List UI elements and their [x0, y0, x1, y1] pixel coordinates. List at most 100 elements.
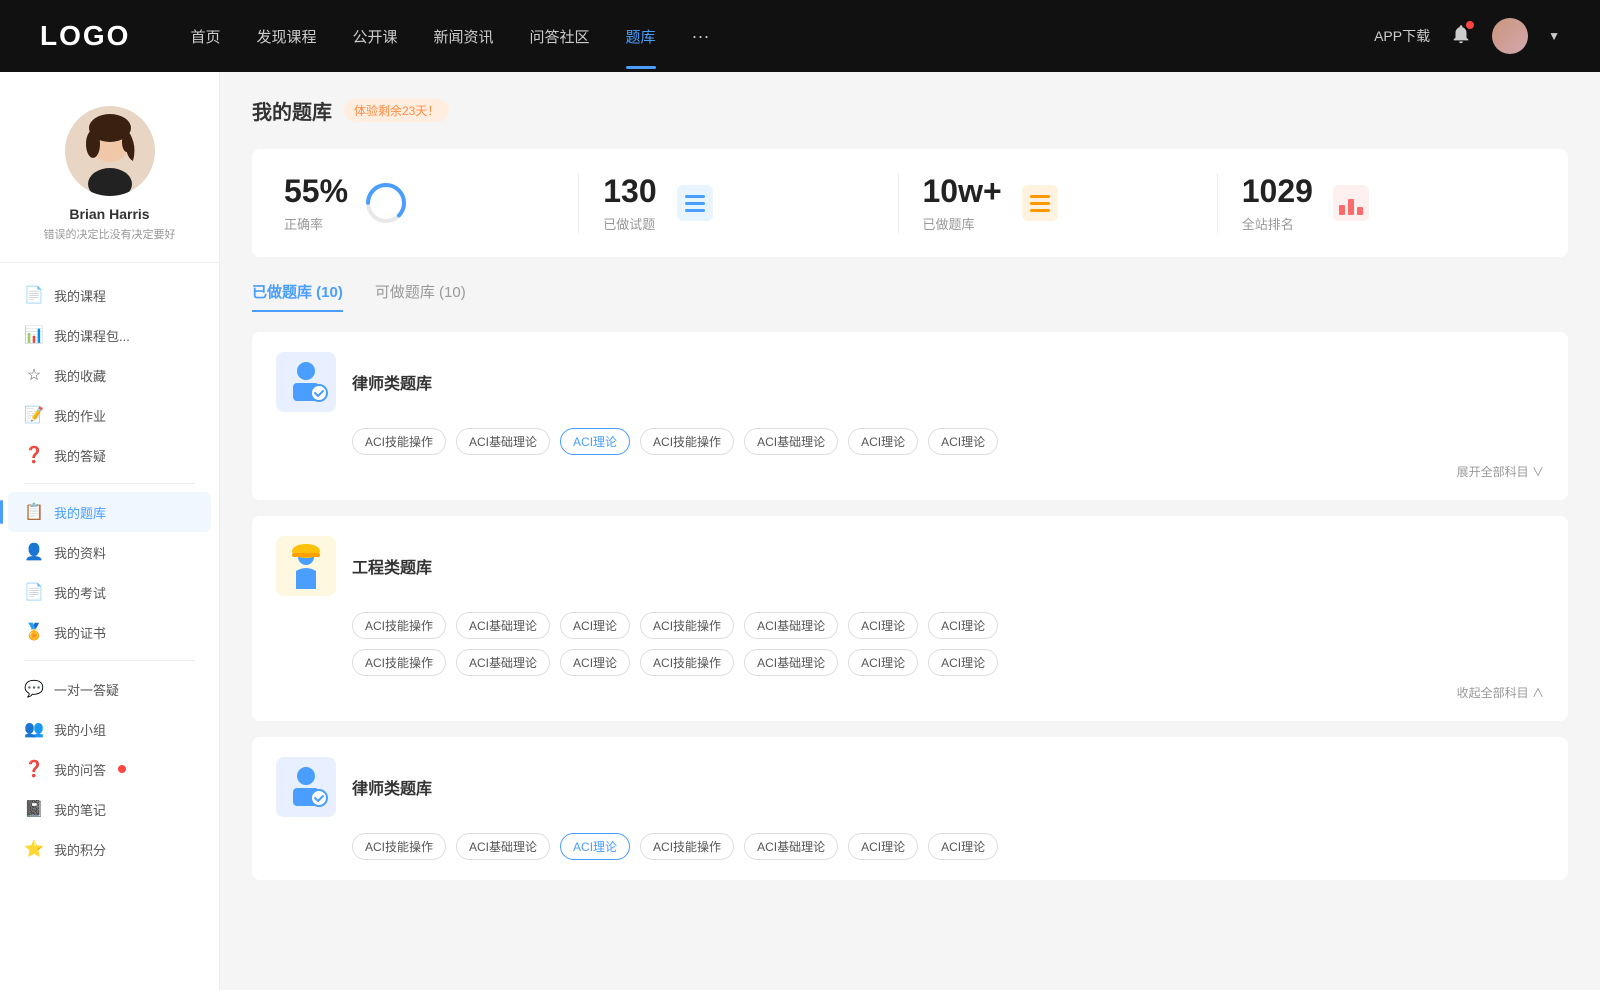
tag-l1-1[interactable]: ACI技能操作: [352, 428, 446, 455]
tag-l1-3[interactable]: ACI理论: [560, 428, 630, 455]
sidebar-item-points[interactable]: ⭐ 我的积分: [8, 829, 211, 869]
stat-questions: 130 已做试题: [579, 173, 898, 233]
stat-accuracy: 55% 正确率: [284, 173, 579, 233]
app-download-link[interactable]: APP下载: [1374, 26, 1430, 46]
tag-e-8[interactable]: ACI技能操作: [352, 649, 446, 676]
tag-e-14[interactable]: ACI理论: [928, 649, 998, 676]
nav-link-discover[interactable]: 发现课程: [256, 26, 316, 47]
tag-l1-4[interactable]: ACI技能操作: [640, 428, 734, 455]
stat-rank-value: 1029: [1242, 173, 1313, 210]
lawyer-svg-2: [281, 762, 331, 812]
tag-l2-6[interactable]: ACI理论: [848, 833, 918, 860]
user-menu-chevron[interactable]: ▼: [1548, 29, 1560, 43]
sidebar-item-exam[interactable]: 📄 我的考试: [8, 572, 211, 612]
sidebar-item-group[interactable]: 👥 我的小组: [8, 709, 211, 749]
engineer-svg: [281, 541, 331, 591]
tag-l2-3[interactable]: ACI理论: [560, 833, 630, 860]
qbank-header-engineer: 工程类题库: [276, 536, 1544, 596]
tag-l1-7[interactable]: ACI理论: [928, 428, 998, 455]
tag-e-5[interactable]: ACI基础理论: [744, 612, 838, 639]
sidebar-item-qbank[interactable]: 📋 我的题库: [8, 492, 211, 532]
tabs: 已做题库 (10) 可做题库 (10): [252, 281, 1568, 312]
tag-e-6[interactable]: ACI理论: [848, 612, 918, 639]
qbank-icon-lawyer-2: [276, 757, 336, 817]
qbank-header-lawyer-1: 律师类题库: [276, 352, 1544, 412]
tag-l2-5[interactable]: ACI基础理论: [744, 833, 838, 860]
expand-button-lawyer-1[interactable]: 展开全部科目 ∨: [1457, 463, 1544, 480]
tag-e-10[interactable]: ACI理论: [560, 649, 630, 676]
sidebar-item-my-courses[interactable]: 📄 我的课程: [8, 275, 211, 315]
notification-dot: [1466, 21, 1474, 29]
sidebar-item-profile[interactable]: 👤 我的资料: [8, 532, 211, 572]
nav-link-news[interactable]: 新闻资讯: [434, 26, 494, 47]
profile-motto: 错误的决定比没有决定要好: [44, 226, 176, 242]
tag-e-1[interactable]: ACI技能操作: [352, 612, 446, 639]
tag-e-4[interactable]: ACI技能操作: [640, 612, 734, 639]
tab-available-banks[interactable]: 可做题库 (10): [375, 281, 466, 312]
tag-e-3[interactable]: ACI理论: [560, 612, 630, 639]
sidebar-label-qbank: 我的题库: [54, 503, 106, 522]
sidebar-item-my-qa[interactable]: ❓ 我的问答: [8, 749, 211, 789]
nav-link-open[interactable]: 公开课: [352, 26, 397, 47]
nav-link-home[interactable]: 首页: [190, 26, 220, 47]
sidebar-item-one-on-one[interactable]: 💬 一对一答疑: [8, 669, 211, 709]
qbank-card-engineer: 工程类题库 ACI技能操作 ACI基础理论 ACI理论 ACI技能操作 ACI基…: [252, 516, 1568, 721]
tag-l2-1[interactable]: ACI技能操作: [352, 833, 446, 860]
sidebar-item-notes[interactable]: 📓 我的笔记: [8, 789, 211, 829]
nav-link-qa[interactable]: 问答社区: [530, 26, 590, 47]
stat-rank-label: 全站排名: [1242, 214, 1313, 233]
tag-l2-4[interactable]: ACI技能操作: [640, 833, 734, 860]
tag-l1-2[interactable]: ACI基础理论: [456, 428, 550, 455]
profile-section: Brian Harris 错误的决定比没有决定要好: [0, 96, 219, 263]
tag-l1-5[interactable]: ACI基础理论: [744, 428, 838, 455]
tag-l1-6[interactable]: ACI理论: [848, 428, 918, 455]
sidebar-label-group: 我的小组: [54, 720, 106, 739]
stat-banks-value: 10w+: [923, 173, 1002, 210]
stat-questions-info: 130 已做试题: [603, 173, 656, 233]
tag-e-12[interactable]: ACI基础理论: [744, 649, 838, 676]
tab-done-banks[interactable]: 已做题库 (10): [252, 281, 343, 312]
collapse-button-engineer[interactable]: 收起全部科目 ∧: [1457, 684, 1544, 701]
qbank-tags-engineer-row2: ACI技能操作 ACI基础理论 ACI理论 ACI技能操作 ACI基础理论 AC…: [276, 649, 1544, 676]
trial-badge: 体验剩余23天！: [344, 99, 449, 122]
navbar: LOGO 首页 发现课程 公开课 新闻资讯 问答社区 题库 ··· APP下载 …: [0, 0, 1600, 72]
stats-bar: 55% 正确率 130 已做试题: [252, 149, 1568, 257]
sidebar-item-homework[interactable]: 📝 我的作业: [8, 395, 211, 435]
homework-icon: 📝: [24, 405, 44, 425]
sidebar-label-course-pack: 我的课程包...: [54, 326, 130, 345]
sidebar-item-certificate[interactable]: 🏅 我的证书: [8, 612, 211, 652]
profile-icon: 👤: [24, 542, 44, 562]
nav-link-more[interactable]: ···: [692, 26, 710, 47]
notification-bell[interactable]: [1450, 23, 1472, 50]
sidebar-label-homework: 我的作业: [54, 406, 106, 425]
main-layout: Brian Harris 错误的决定比没有决定要好 📄 我的课程 📊 我的课程包…: [0, 72, 1600, 990]
tag-e-9[interactable]: ACI基础理论: [456, 649, 550, 676]
sidebar-item-course-pack[interactable]: 📊 我的课程包...: [8, 315, 211, 355]
coursepack-icon: 📊: [24, 325, 44, 345]
stat-accuracy-icon: [364, 181, 408, 225]
tag-e-11[interactable]: ACI技能操作: [640, 649, 734, 676]
sidebar-label-favorites: 我的收藏: [54, 366, 106, 385]
tag-l2-7[interactable]: ACI理论: [928, 833, 998, 860]
tag-e-7[interactable]: ACI理论: [928, 612, 998, 639]
sidebar-label-points: 我的积分: [54, 840, 106, 859]
notes-icon: 📓: [24, 799, 44, 819]
qbank-icon: 📋: [24, 502, 44, 522]
stat-banks-icon: [1018, 181, 1062, 225]
tag-l2-2[interactable]: ACI基础理论: [456, 833, 550, 860]
sidebar-label-profile: 我的资料: [54, 543, 106, 562]
sidebar-label-qa: 我的答疑: [54, 446, 106, 465]
tag-e-13[interactable]: ACI理论: [848, 649, 918, 676]
my-qa-icon: ❓: [24, 759, 44, 779]
qbank-title-lawyer-1: 律师类题库: [352, 370, 432, 394]
qbank-tags-lawyer-2: ACI技能操作 ACI基础理论 ACI理论 ACI技能操作 ACI基础理论 AC…: [276, 833, 1544, 860]
nav-logo: LOGO: [40, 20, 130, 52]
user-avatar[interactable]: [1492, 18, 1528, 54]
nav-link-qbank[interactable]: 题库: [626, 26, 656, 47]
sidebar-item-favorites[interactable]: ☆ 我的收藏: [8, 355, 211, 395]
tag-e-2[interactable]: ACI基础理论: [456, 612, 550, 639]
cert-icon: 🏅: [24, 622, 44, 642]
sidebar-item-qa[interactable]: ❓ 我的答疑: [8, 435, 211, 475]
stat-accuracy-label: 正确率: [284, 214, 348, 233]
sidebar-label-notes: 我的笔记: [54, 800, 106, 819]
